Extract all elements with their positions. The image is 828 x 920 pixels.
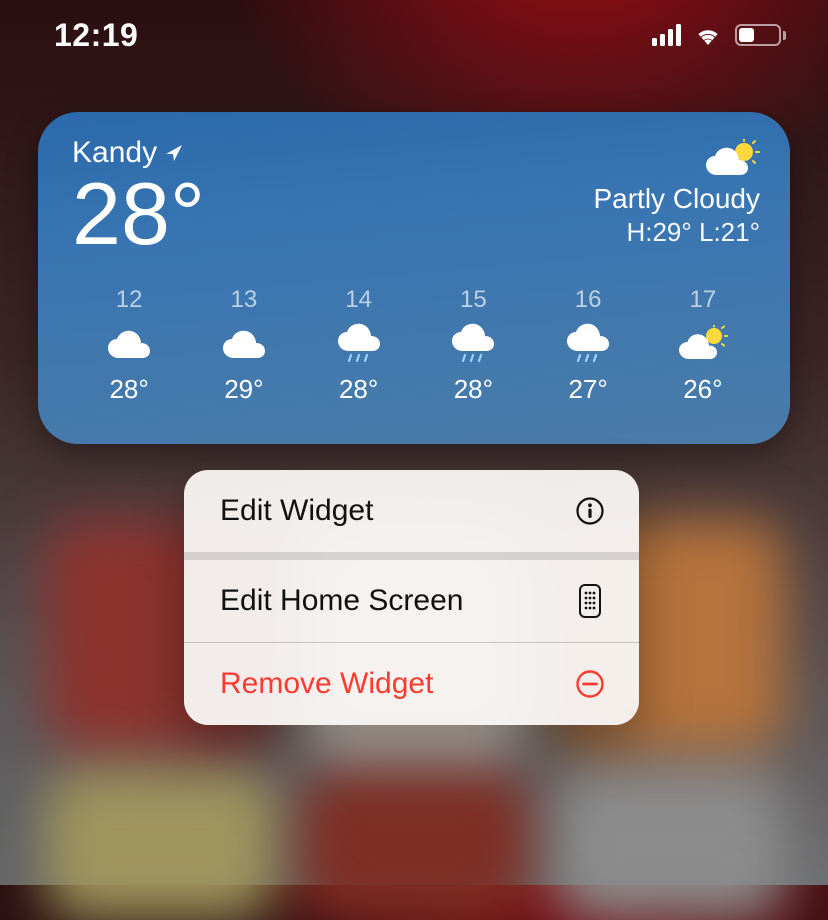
hourly-temp: 26° (683, 374, 722, 405)
hourly-temp: 29° (224, 374, 263, 405)
hourly-hour: 12 (116, 286, 143, 314)
menu-item-remove-widget[interactable]: Remove Widget (184, 643, 639, 725)
widget-context-menu: Edit Widget Edit Home Screen (184, 470, 639, 725)
hourly-temp: 28° (339, 374, 378, 405)
cellular-signal-icon (652, 24, 681, 46)
hourly-slot: 14 28° (302, 286, 416, 405)
cloud-icon (221, 324, 267, 364)
battery-icon (735, 24, 786, 46)
cloud-rain-icon (565, 324, 611, 364)
hourly-slot: 12 28° (72, 286, 186, 405)
weather-high-low: H:29° L:21° (593, 217, 760, 248)
hourly-temp: 28° (109, 374, 148, 405)
hourly-hour: 14 (345, 286, 372, 314)
status-indicators (652, 24, 786, 46)
cloud-rain-icon (450, 324, 496, 364)
hourly-hour: 17 (690, 286, 717, 314)
status-bar: 12:19 (0, 0, 828, 70)
partly-cloudy-icon (593, 139, 760, 179)
partly-cloudy-icon (677, 324, 729, 364)
menu-separator (184, 552, 639, 560)
hourly-slot: 16 27° (531, 286, 645, 405)
cloud-icon (106, 324, 152, 364)
hourly-hour: 13 (231, 286, 258, 314)
menu-item-label: Remove Widget (220, 667, 433, 701)
weather-current-temp: 28° (72, 170, 205, 258)
menu-item-label: Edit Home Screen (220, 584, 463, 618)
status-time: 12:19 (54, 17, 138, 54)
location-arrow-icon (164, 143, 184, 163)
hourly-hour: 15 (460, 286, 487, 314)
weather-hourly-forecast: 12 28° 13 29° 14 28° 15 (72, 286, 760, 405)
hourly-temp: 28° (454, 374, 493, 405)
menu-item-edit-home-screen[interactable]: Edit Home Screen (184, 560, 639, 642)
weather-condition: Partly Cloudy (593, 183, 760, 215)
hourly-slot: 17 26° (646, 286, 760, 405)
apps-grid-icon (573, 584, 607, 618)
hourly-slot: 15 28° (416, 286, 530, 405)
hourly-hour: 16 (575, 286, 602, 314)
hourly-slot: 13 29° (187, 286, 301, 405)
minus-circle-icon (573, 667, 607, 701)
cloud-rain-icon (336, 324, 382, 364)
hourly-temp: 27° (568, 374, 607, 405)
menu-item-edit-widget[interactable]: Edit Widget (184, 470, 639, 552)
weather-widget[interactable]: Kandy 28° (38, 112, 790, 444)
wifi-icon (693, 24, 723, 46)
menu-item-label: Edit Widget (220, 494, 373, 528)
info-circle-icon (573, 494, 607, 528)
